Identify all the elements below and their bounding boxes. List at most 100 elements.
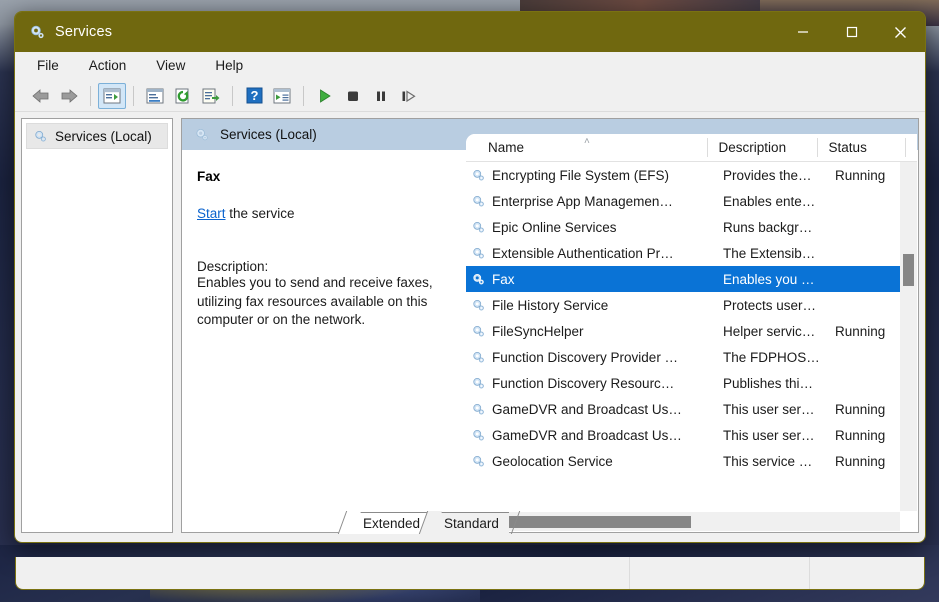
status-bar-section-secondary [629, 557, 809, 589]
cell-name: Enterprise App Managemen… [466, 194, 711, 209]
title-bar: Services [15, 12, 925, 52]
toolbar-separator [133, 85, 134, 106]
cell-name: Fax [466, 272, 711, 287]
show-hide-console-tree-button[interactable] [98, 82, 126, 109]
show-action-pane-button[interactable] [268, 83, 296, 109]
cell-name: Encrypting File System (EFS) [466, 168, 711, 183]
table-row[interactable]: GameDVR and Broadcast Us… This user ser… R… [466, 422, 917, 448]
table-row[interactable]: Function Discovery Resourc… Publishes thi… [466, 370, 917, 396]
mmc-panel: Services (Local) Fax Start the service D… [181, 118, 919, 533]
cell-description: Provides the… [723, 167, 812, 183]
table-row[interactable]: Extensible Authentication Pr… The Extensi… [466, 240, 917, 266]
column-header-name[interactable]: Name ˄ [466, 134, 707, 161]
cell-name: Extensible Authentication Pr… [466, 246, 711, 261]
cell-description: Publishes thi… [723, 375, 814, 391]
cell-description: Enables you … [723, 271, 815, 287]
table-row[interactable]: Epic Online Services Runs backgr… [466, 214, 917, 240]
menu-help[interactable]: Help [213, 56, 245, 75]
minimize-button[interactable] [778, 12, 827, 52]
cell-name: Function Discovery Provider … [466, 350, 711, 365]
table-row[interactable]: FileSyncHelper Helper servic… Running [466, 318, 917, 344]
sort-ascending-icon: ˄ [584, 136, 590, 147]
cell-name: File History Service [466, 298, 711, 313]
service-gear-icon [471, 246, 486, 261]
maximize-button[interactable] [827, 12, 876, 52]
service-gear-icon [471, 298, 486, 313]
back-button[interactable] [27, 83, 55, 109]
cell-name: Function Discovery Resourc… [466, 376, 711, 391]
table-row[interactable]: Geolocation Service This service … Running [466, 448, 917, 474]
service-gear-icon [471, 168, 486, 183]
forward-button[interactable] [55, 83, 83, 109]
cell-name: Epic Online Services [466, 220, 711, 235]
table-row[interactable]: Fax Enables you … [466, 266, 917, 292]
menu-view[interactable]: View [154, 56, 187, 75]
table-row[interactable]: File History Service Protects user… [466, 292, 917, 318]
service-name: Geolocation Service [492, 453, 613, 469]
refresh-button[interactable] [169, 83, 197, 109]
tab-extended[interactable]: Extended [349, 512, 431, 534]
list-header-row: Name ˄ Description Status [466, 134, 917, 162]
console-tree-pane: Services (Local) [21, 118, 173, 533]
export-list-button[interactable] [197, 83, 225, 109]
services-window: Services File Action View Help ? Service… [14, 11, 926, 543]
pause-service-button[interactable] [367, 83, 395, 109]
service-gear-icon [471, 350, 486, 365]
horizontal-scrollbar[interactable] [466, 512, 900, 531]
cell-name: FileSyncHelper [466, 324, 711, 339]
service-gear-icon [471, 194, 486, 209]
results-pane: Services (Local) Fax Start the service D… [181, 118, 919, 534]
table-row[interactable]: Encrypting File System (EFS) Provides the… [466, 162, 917, 188]
description-text: Enables you to send and receive faxes, u… [197, 275, 433, 327]
service-gear-icon [471, 454, 486, 469]
toolbar: ? [15, 80, 925, 112]
start-service-button[interactable] [311, 83, 339, 109]
cell-description: Runs backgr… [723, 219, 813, 235]
service-name: FileSyncHelper [492, 323, 584, 339]
menu-file[interactable]: File [35, 56, 61, 75]
stop-service-button[interactable] [339, 83, 367, 109]
tree-item-label: Services (Local) [55, 128, 152, 144]
cell-name: GameDVR and Broadcast Us… [466, 428, 711, 443]
cell-description: Enables ente… [723, 193, 816, 209]
table-row[interactable]: GameDVR and Broadcast Us… This user ser… R… [466, 396, 917, 422]
column-header-status-label: Status [828, 140, 867, 155]
window-title: Services [55, 24, 113, 40]
service-detail-panel: Fax Start the service Description: Enabl… [183, 151, 466, 531]
view-tabs: Extended Standard [349, 511, 509, 534]
status-bar-section-tertiary [809, 557, 924, 589]
service-name: GameDVR and Broadcast Us… [492, 427, 682, 443]
column-header-name-label: Name [488, 140, 525, 155]
tree-item-services-local[interactable]: Services (Local) [26, 123, 168, 149]
cell-name: GameDVR and Broadcast Us… [466, 402, 711, 417]
table-row[interactable]: Function Discovery Provider … The FDPHOS… [466, 344, 917, 370]
restart-service-button[interactable] [395, 83, 423, 109]
service-name: Encrypting File System (EFS) [492, 167, 670, 183]
vertical-scrollbar-thumb[interactable] [903, 254, 914, 286]
service-gear-icon [471, 402, 486, 417]
tab-extended-label: Extended [363, 516, 421, 531]
service-name: File History Service [492, 297, 609, 313]
cell-description: Protects user… [723, 297, 817, 313]
window-controls [778, 12, 925, 52]
tab-standard[interactable]: Standard [430, 512, 509, 534]
table-row[interactable]: Enterprise App Managemen… Enables ente… [466, 188, 917, 214]
menu-action[interactable]: Action [87, 56, 129, 75]
help-button[interactable]: ? [240, 83, 268, 109]
toolbar-separator [232, 85, 233, 106]
properties-button[interactable] [141, 83, 169, 109]
start-service-link[interactable]: Start [197, 206, 226, 221]
column-header-status[interactable]: Status [816, 134, 905, 161]
services-gear-icon [194, 127, 210, 143]
vertical-scrollbar[interactable] [900, 162, 917, 511]
horizontal-scrollbar-thumb[interactable] [494, 516, 691, 528]
services-gear-icon [33, 129, 48, 144]
cell-description: This user ser… [723, 401, 815, 417]
description-label: Description: [197, 259, 269, 274]
column-header-description[interactable]: Description [706, 134, 817, 161]
svg-text:?: ? [250, 88, 258, 103]
service-action-line: Start the service [197, 206, 452, 221]
services-list: Name ˄ Description Status Encrypting Fil… [466, 134, 917, 531]
close-button[interactable] [876, 12, 925, 52]
service-gear-icon [471, 220, 486, 235]
